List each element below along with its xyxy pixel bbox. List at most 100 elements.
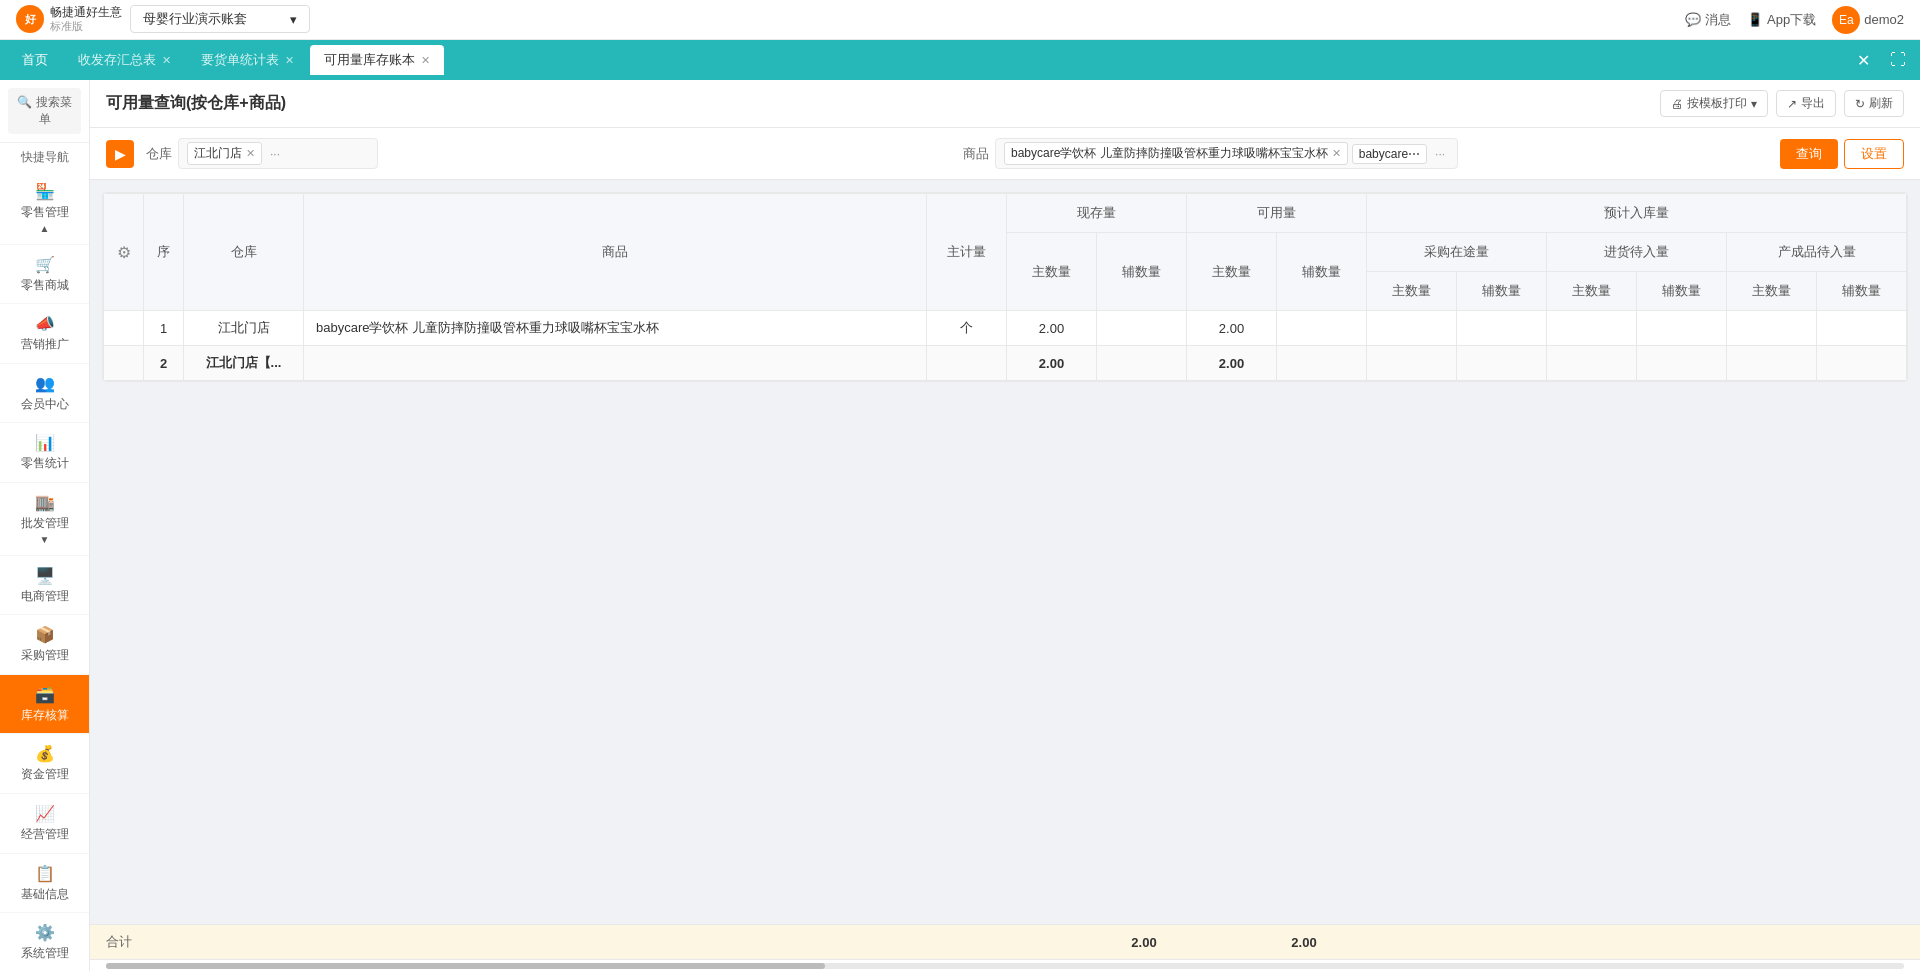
- message-action[interactable]: 💬 消息: [1685, 11, 1731, 29]
- product-filter-label: 商品: [963, 145, 989, 163]
- close-order-stats-icon[interactable]: ✕: [285, 54, 294, 67]
- industry-selector[interactable]: 母婴行业演示账套 ▾: [130, 5, 310, 33]
- sidebar-item-retail-mgmt[interactable]: 🏪 零售管理 ▲: [0, 172, 89, 245]
- scrollbar-thumb[interactable]: [106, 963, 825, 969]
- settings-button[interactable]: 设置: [1844, 139, 1904, 169]
- cell-unit: 个: [927, 311, 1007, 346]
- ecommerce-icon: 🖥️: [35, 566, 55, 585]
- sidebar-item-inventory[interactable]: 🗃️ 库存核算: [0, 675, 89, 735]
- sidebar-item-purchase[interactable]: 📦 采购管理: [0, 615, 89, 675]
- product-more-icon[interactable]: ···: [1431, 145, 1449, 163]
- logo-text: 畅捷通好生意: [50, 5, 122, 19]
- tab-fullscreen-icon[interactable]: ⛶: [1884, 49, 1912, 71]
- user-action[interactable]: Ea demo2: [1832, 6, 1904, 34]
- cell-purchase-aux-2: [1457, 346, 1547, 381]
- product-tag-2: babycare⋯: [1352, 144, 1427, 164]
- scrollbar-track: [106, 963, 1904, 969]
- tab-available-stock[interactable]: 可用量库存账本 ✕: [310, 45, 444, 75]
- sidebar-item-system[interactable]: ⚙️ 系统管理: [0, 913, 89, 971]
- sidebar-item-marketing-label: 营销推广: [21, 337, 69, 353]
- close-available-stock-icon[interactable]: ✕: [421, 54, 430, 67]
- download-action[interactable]: 📱 App下载: [1747, 11, 1816, 29]
- product-tag-container[interactable]: babycare学饮杯 儿童防摔防撞吸管杯重力球吸嘴杯宝宝水杯 ✕ babyca…: [995, 138, 1458, 169]
- sidebar-item-operations[interactable]: 📈 经营管理: [0, 794, 89, 854]
- th-pending-main: 主数量: [1547, 272, 1637, 311]
- th-stock-group: 现存量: [1007, 194, 1187, 233]
- sidebar: 🔍 搜索菜单 快捷导航 🏪 零售管理 ▲ 🛒 零售商城 📣 营销推广 👥 会员中…: [0, 80, 90, 971]
- filter-toggle-button[interactable]: ▶: [106, 140, 134, 168]
- chevron-icon: ▲: [40, 223, 50, 234]
- th-purchase-group: 采购在途量: [1367, 233, 1547, 272]
- th-purchase-aux: 辅数量: [1457, 272, 1547, 311]
- horizontal-scrollbar[interactable]: [90, 959, 1920, 971]
- sidebar-item-wholesale-mgmt[interactable]: 🏬 批发管理 ▼: [0, 483, 89, 556]
- th-settings: ⚙: [104, 194, 144, 311]
- sidebar-item-ecommerce[interactable]: 🖥️ 电商管理: [0, 556, 89, 616]
- th-pending-aux: 辅数量: [1637, 272, 1727, 311]
- product-filter-group: 商品 babycare学饮杯 儿童防摔防撞吸管杯重力球吸嘴杯宝宝水杯 ✕ bab…: [963, 138, 1768, 169]
- sidebar-item-system-label: 系统管理: [21, 946, 69, 962]
- sidebar-item-retail-stats[interactable]: 📊 零售统计: [0, 423, 89, 483]
- sidebar-item-marketing[interactable]: 📣 营销推广: [0, 304, 89, 364]
- retail-mgmt-icon: 🏪: [35, 182, 55, 201]
- cell-avail-main: 2.00: [1187, 311, 1277, 346]
- sidebar-search-area: 🔍 搜索菜单: [0, 80, 89, 143]
- sidebar-item-retail-shop[interactable]: 🛒 零售商城: [0, 245, 89, 305]
- gear-icon[interactable]: ⚙: [112, 243, 135, 262]
- industry-label: 母婴行业演示账套: [143, 10, 247, 28]
- operations-icon: 📈: [35, 804, 55, 823]
- tab-bar: 首页 收发存汇总表 ✕ 要货单统计表 ✕ 可用量库存账本 ✕ ✕ ⛶: [0, 40, 1920, 80]
- header-right: 💬 消息 📱 App下载 Ea demo2: [1685, 6, 1904, 34]
- th-purchase-main: 主数量: [1367, 272, 1457, 311]
- sidebar-item-member[interactable]: 👥 会员中心: [0, 364, 89, 424]
- cell-no-2: 2: [144, 346, 184, 381]
- sidebar-item-basics[interactable]: 📋 基础信息: [0, 854, 89, 914]
- th-no: 序: [144, 194, 184, 311]
- cell-purchase-main: [1367, 311, 1457, 346]
- cell-pending-aux-2: [1637, 346, 1727, 381]
- product-tag-1: babycare学饮杯 儿童防摔防撞吸管杯重力球吸嘴杯宝宝水杯 ✕: [1004, 142, 1348, 165]
- tab-available-stock-label: 可用量库存账本: [324, 51, 415, 69]
- tab-order-stats[interactable]: 要货单统计表 ✕: [187, 45, 308, 75]
- print-button[interactable]: 🖨 按模板打印 ▾: [1660, 90, 1768, 117]
- sidebar-item-finance-label: 资金管理: [21, 767, 69, 783]
- cell-avail-main-2: 2.00: [1187, 346, 1277, 381]
- th-warehouse: 仓库: [184, 194, 304, 311]
- tab-home-label: 首页: [22, 51, 48, 69]
- tab-receipt-summary[interactable]: 收发存汇总表 ✕: [64, 45, 185, 75]
- warehouse-tag-close-icon[interactable]: ✕: [246, 147, 255, 160]
- page-title: 可用量查询(按仓库+商品): [106, 93, 286, 114]
- message-icon: 💬: [1685, 12, 1701, 27]
- warehouse-more-icon[interactable]: ···: [266, 145, 284, 163]
- th-avail-aux: 辅数量: [1277, 233, 1367, 311]
- refresh-button[interactable]: ↻ 刷新: [1844, 90, 1904, 117]
- page-header: 可用量查询(按仓库+商品) 🖨 按模板打印 ▾ ↗ 导出 ↻ 刷新: [90, 80, 1920, 128]
- sidebar-item-inventory-label: 库存核算: [21, 708, 69, 724]
- purchase-icon: 📦: [35, 625, 55, 644]
- th-production-aux: 辅数量: [1817, 272, 1907, 311]
- close-receipt-summary-icon[interactable]: ✕: [162, 54, 171, 67]
- warehouse-tag-container[interactable]: 江北门店 ✕ ···: [178, 138, 378, 169]
- tab-home[interactable]: 首页: [8, 45, 62, 75]
- sidebar-item-member-label: 会员中心: [21, 397, 69, 413]
- search-menu-button[interactable]: 🔍 搜索菜单: [8, 88, 81, 134]
- cell-product: babycare学饮杯 儿童防摔防撞吸管杯重力球吸嘴杯宝宝水杯: [304, 311, 927, 346]
- total-label: 合计: [106, 933, 132, 951]
- th-avail-group: 可用量: [1187, 194, 1367, 233]
- logo-sub: 标准版: [50, 19, 122, 34]
- cell-settings-2: [104, 346, 144, 381]
- query-button[interactable]: 查询: [1780, 139, 1838, 169]
- cell-pending-main: [1547, 311, 1637, 346]
- tab-close-all-icon[interactable]: ✕: [1851, 49, 1876, 72]
- cell-production-main: [1727, 311, 1817, 346]
- cell-settings: [104, 311, 144, 346]
- export-label: 导出: [1801, 95, 1825, 112]
- cell-stock-aux: [1097, 311, 1187, 346]
- sidebar-item-ecommerce-label: 电商管理: [21, 589, 69, 605]
- user-label: demo2: [1864, 12, 1904, 27]
- sidebar-item-finance[interactable]: 💰 资金管理: [0, 734, 89, 794]
- warehouse-filter-label: 仓库: [146, 145, 172, 163]
- filter-actions: 查询 设置: [1780, 139, 1904, 169]
- product-tag-1-close-icon[interactable]: ✕: [1332, 147, 1341, 160]
- export-button[interactable]: ↗ 导出: [1776, 90, 1836, 117]
